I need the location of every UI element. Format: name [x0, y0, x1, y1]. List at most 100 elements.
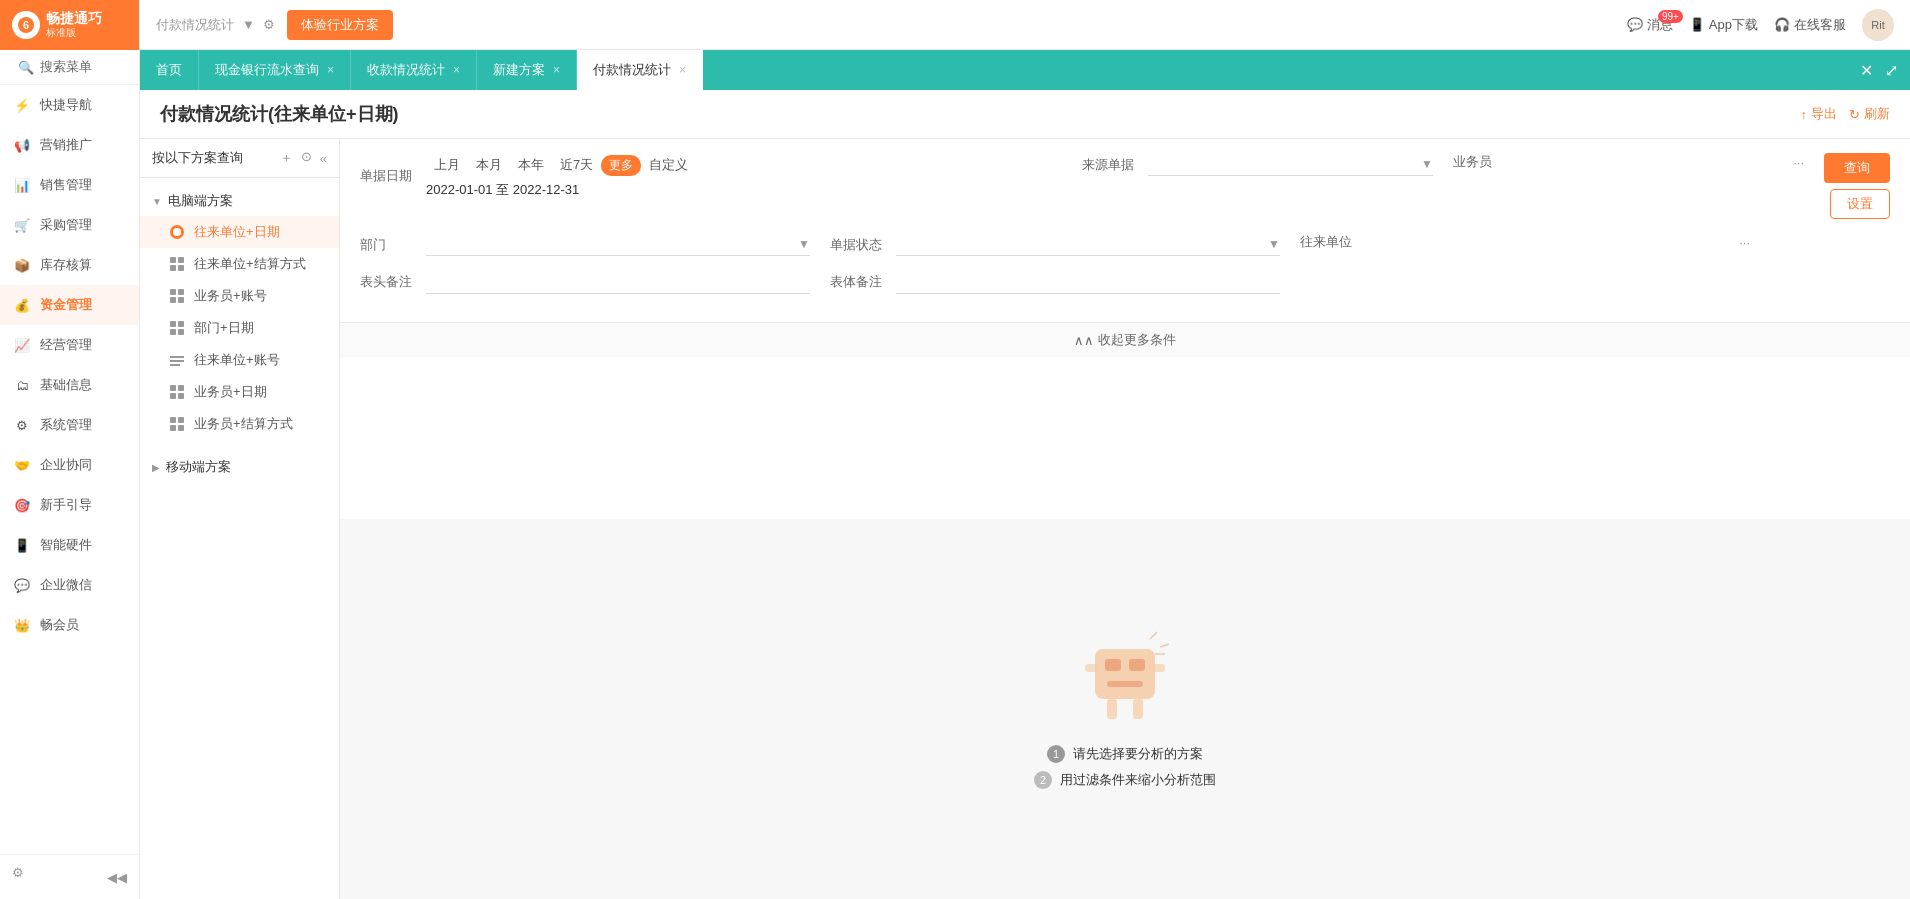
- tab-receipt-label: 收款情况统计: [367, 61, 445, 79]
- collapse-sidebar-icon[interactable]: ◀◀: [107, 870, 127, 885]
- app-download-button[interactable]: 📱 App下载: [1689, 16, 1758, 34]
- doc-status-label: 单据状态: [830, 236, 886, 254]
- sidebar-item-finance[interactable]: 💰 资金管理: [0, 285, 139, 325]
- scheme-section-desktop-header[interactable]: ▼ 电脑端方案: [140, 186, 339, 216]
- sidebar-logo: 6 畅捷通巧 标准版: [0, 0, 139, 50]
- staff-select[interactable]: [1519, 158, 1785, 166]
- tab-payment[interactable]: 付款情况统计 ×: [577, 50, 703, 90]
- date-this-month[interactable]: 本月: [468, 153, 510, 177]
- svg-rect-20: [178, 385, 184, 391]
- topbar: 付款情况统计 ▼ ⚙ 体验行业方案 💬 消息 99+ 📱 App下载 🎧 在线客…: [140, 0, 1910, 50]
- purchase-icon: 🛒: [12, 215, 32, 235]
- date-this-year[interactable]: 本年: [510, 153, 552, 177]
- scheme-item-label: 往来单位+账号: [194, 351, 280, 369]
- sidebar-item-sales[interactable]: 📊 销售管理: [0, 165, 139, 205]
- scheme-item-unit-account[interactable]: 往来单位+账号: [140, 344, 339, 376]
- scheme-item-unit-date[interactable]: 往来单位+日期: [140, 216, 339, 248]
- empty-state: 1 请先选择要分析的方案 2 用过滤条件来缩小分析范围: [1034, 629, 1216, 789]
- collapse-filter-bar[interactable]: ∧∧ 收起更多条件: [340, 322, 1910, 357]
- message-button[interactable]: 💬 消息 99+: [1627, 16, 1673, 34]
- sidebar-item-inventory[interactable]: 📦 库存核算: [0, 245, 139, 285]
- scheme-section-mobile-header[interactable]: ▶ 移动端方案: [140, 452, 339, 482]
- sidebar-item-purchase[interactable]: 🛒 采购管理: [0, 205, 139, 245]
- scheme-item-label: 业务员+结算方式: [194, 415, 293, 433]
- sidebar-item-operation[interactable]: 📈 经营管理: [0, 325, 139, 365]
- staff-ellipsis[interactable]: ···: [1793, 155, 1804, 170]
- search-label: 搜索菜单: [40, 58, 92, 76]
- tab-receipt-close[interactable]: ×: [453, 63, 460, 77]
- scheme-item-staff-account[interactable]: 业务员+账号: [140, 280, 339, 312]
- svg-rect-13: [178, 321, 184, 327]
- filter-field-date: 单据日期 上月 本月 本年 近7天 更多 自定义 20: [360, 153, 1062, 199]
- refresh-button[interactable]: ↻ 刷新: [1849, 105, 1890, 123]
- date-last-month[interactable]: 上月: [426, 153, 468, 177]
- source-label: 来源单据: [1082, 156, 1138, 174]
- tab-close-all-icon[interactable]: ✕: [1860, 61, 1873, 80]
- setting-button[interactable]: 设置: [1830, 189, 1890, 219]
- svg-rect-29: [1129, 659, 1145, 671]
- svg-rect-31: [1085, 664, 1097, 672]
- tab-bank[interactable]: 现金银行流水查询 ×: [199, 50, 351, 90]
- tab-home[interactable]: 首页: [140, 50, 199, 90]
- sidebar-item-hardware[interactable]: 📱 智能硬件: [0, 525, 139, 565]
- tab-new-scheme[interactable]: 新建方案 ×: [477, 50, 577, 90]
- member-icon: 👑: [12, 615, 32, 635]
- sidebar-search[interactable]: 🔍 搜索菜单: [0, 50, 139, 85]
- filter-field-dept: 部门 ▼: [360, 233, 810, 256]
- sidebar-item-wechat[interactable]: 💬 企业微信: [0, 565, 139, 605]
- sidebar-item-corp[interactable]: 🤝 企业协同: [0, 445, 139, 485]
- scheme-settings-icon[interactable]: ⊙: [301, 149, 312, 167]
- partner-select[interactable]: [1366, 238, 1731, 246]
- sidebar-item-basic[interactable]: 🗂 基础信息: [0, 365, 139, 405]
- sidebar-item-label: 新手引导: [40, 496, 92, 514]
- svg-rect-16: [170, 356, 184, 358]
- sidebar-item-label: 库存核算: [40, 256, 92, 274]
- doc-status-select[interactable]: ▼: [896, 233, 1280, 256]
- sidebar-item-quick-nav[interactable]: ⚡ 快捷导航: [0, 85, 139, 125]
- scheme-item-icon-grid5: [168, 415, 186, 433]
- sidebar-item-marketing[interactable]: 📢 营销推广: [0, 125, 139, 165]
- service-icon: 🎧: [1774, 17, 1790, 32]
- date-more[interactable]: 更多: [601, 155, 641, 176]
- scheme-item-staff-date[interactable]: 业务员+日期: [140, 376, 339, 408]
- date-custom[interactable]: 自定义: [641, 153, 696, 177]
- sidebar-item-label: 智能硬件: [40, 536, 92, 554]
- sidebar-item-system[interactable]: ⚙ 系统管理: [0, 405, 139, 445]
- scheme-item-unit-settle[interactable]: 往来单位+结算方式: [140, 248, 339, 280]
- query-button[interactable]: 查询: [1824, 153, 1890, 183]
- source-select[interactable]: ▼: [1148, 153, 1433, 176]
- svg-rect-12: [170, 321, 176, 327]
- body-note-input[interactable]: [896, 270, 1280, 294]
- scheme-item-icon-grid: [168, 255, 186, 273]
- date-7days[interactable]: 近7天: [552, 153, 601, 177]
- online-service-button[interactable]: 🎧 在线客服: [1774, 16, 1846, 34]
- scheme-item-staff-settle[interactable]: 业务员+结算方式: [140, 408, 339, 440]
- header-note-label: 表头备注: [360, 273, 416, 291]
- trial-button[interactable]: 体验行业方案: [287, 10, 393, 40]
- user-avatar[interactable]: Rit: [1862, 9, 1894, 41]
- tab-expand-icon[interactable]: ⤢: [1885, 61, 1898, 80]
- sidebar-item-guide[interactable]: 🎯 新手引导: [0, 485, 139, 525]
- partner-ellipsis[interactable]: ···: [1739, 235, 1750, 250]
- scheme-panel-collapse-icon[interactable]: «: [320, 151, 327, 166]
- topbar-dropdown-icon[interactable]: ▼: [242, 17, 255, 32]
- svg-rect-34: [1133, 699, 1143, 719]
- sidebar-item-member[interactable]: 👑 畅会员: [0, 605, 139, 645]
- topbar-gear-icon[interactable]: ⚙: [263, 17, 275, 32]
- add-scheme-icon[interactable]: ＋: [280, 149, 293, 167]
- tab-spacer: [703, 50, 1848, 90]
- tab-receipt[interactable]: 收款情况统计 ×: [351, 50, 477, 90]
- empty-step1-text: 请先选择要分析的方案: [1073, 745, 1203, 763]
- export-button[interactable]: ↑ 导出: [1801, 105, 1838, 123]
- step-num-1: 1: [1047, 745, 1065, 763]
- header-note-input[interactable]: [426, 270, 810, 294]
- wechat-icon: 💬: [12, 575, 32, 595]
- scheme-item-dept-date[interactable]: 部门+日期: [140, 312, 339, 344]
- tab-new-scheme-close[interactable]: ×: [553, 63, 560, 77]
- sidebar-item-label: 畅会员: [40, 616, 79, 634]
- tab-bank-close[interactable]: ×: [327, 63, 334, 77]
- svg-rect-9: [178, 289, 184, 295]
- settings-icon[interactable]: ⚙: [12, 865, 36, 889]
- dept-select[interactable]: ▼: [426, 233, 810, 256]
- tab-payment-close[interactable]: ×: [679, 63, 686, 77]
